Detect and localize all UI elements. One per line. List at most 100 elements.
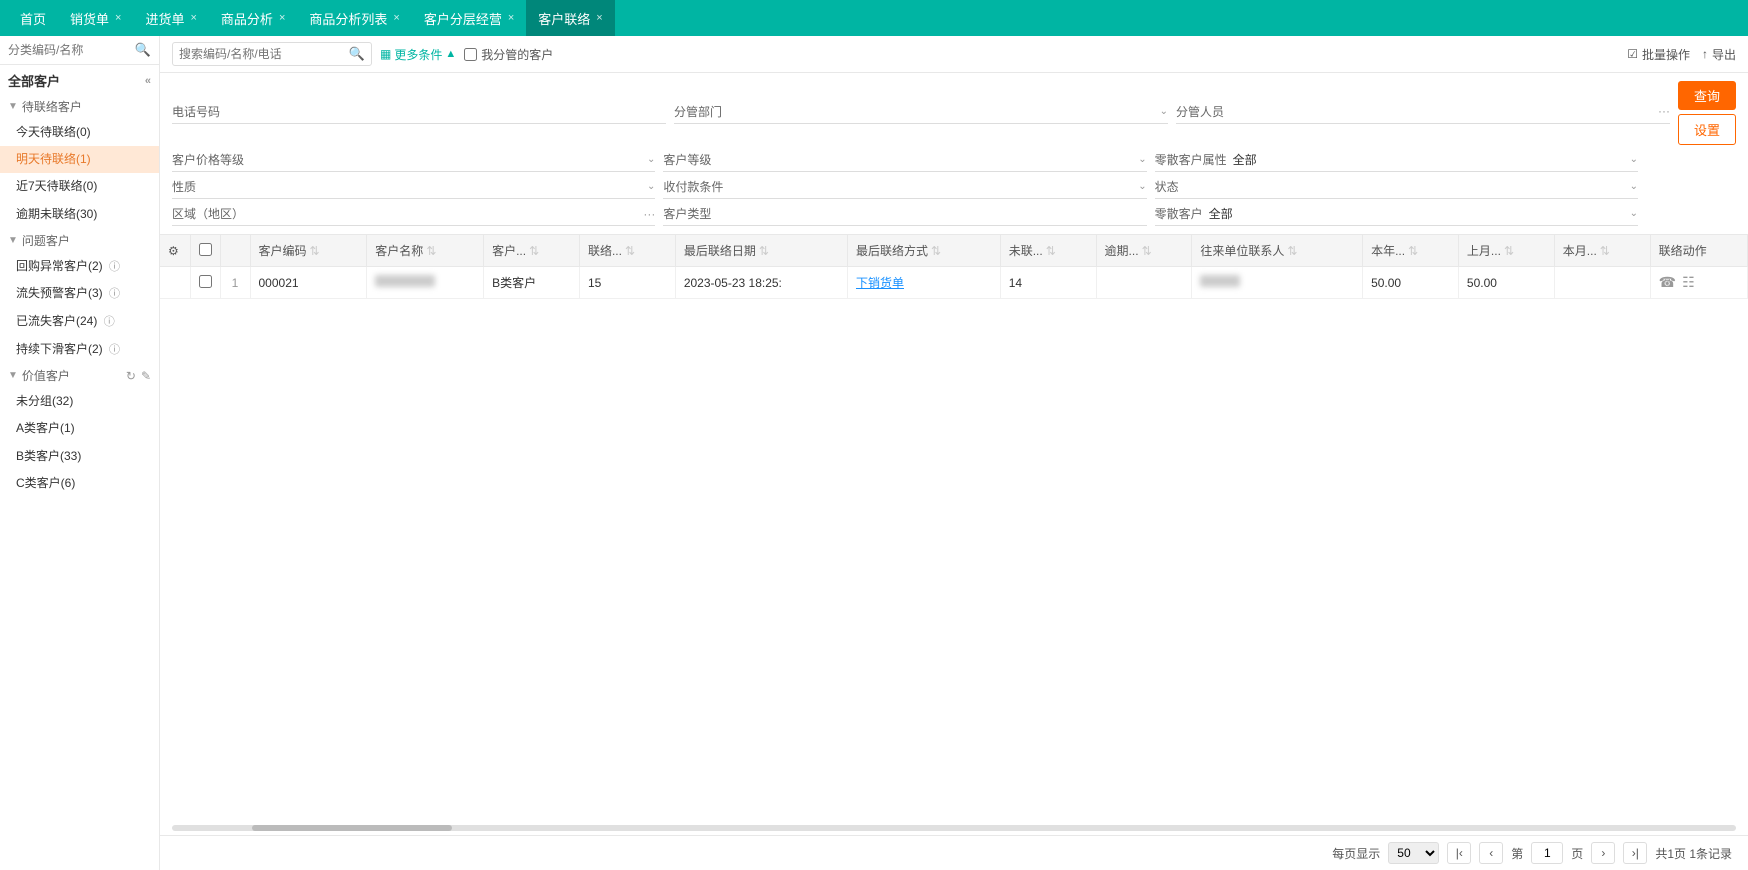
sidebar-item-overdue-contact[interactable]: 逾期未联络(30): [0, 201, 159, 228]
filter-bar-right: ☑ 批量操作 ↑ 导出: [1627, 46, 1736, 63]
nav-close-icon[interactable]: ×: [279, 12, 285, 24]
my-customers-checkbox-label[interactable]: 我分管的客户: [464, 46, 553, 63]
sidebar: 🔍 全部客户 « ▼ 待联络客户 今天待联络(0) 明天待联络(1) 近7天待联…: [0, 36, 160, 870]
top-nav: 首页 销货单 × 进货单 × 商品分析 × 商品分析列表 × 客户分层经营 × …: [0, 0, 1748, 36]
sidebar-item-b-class[interactable]: B类客户(33): [0, 443, 159, 470]
more-conditions-button[interactable]: ▦ 更多条件 ▲: [380, 46, 456, 63]
nav-close-icon[interactable]: ×: [115, 12, 121, 24]
filter-search-input[interactable]: [179, 47, 349, 61]
th-this-month[interactable]: 本月... ⇅: [1554, 235, 1650, 267]
sidebar-item-tomorrow-contact[interactable]: 明天待联络(1): [0, 146, 159, 173]
prev-page-button[interactable]: ‹: [1479, 842, 1503, 864]
sidebar-search-input[interactable]: [8, 43, 135, 57]
query-settings-col: 查询 设置: [1678, 81, 1736, 145]
nav-customer-contact[interactable]: 客户联络 ×: [526, 0, 614, 36]
horizontal-scrollbar[interactable]: [172, 825, 1736, 831]
chevron-down-icon[interactable]: ⌄: [1160, 106, 1168, 117]
th-gear: ⚙: [160, 235, 190, 267]
nav-customer-tier[interactable]: 客户分层经营 ×: [412, 0, 526, 36]
sidebar-item-churn-warning[interactable]: 流失预警客户(3) ⓘ: [0, 280, 159, 308]
sort-icon: ⇅: [1287, 244, 1297, 258]
filter-phone: 电话号码: [172, 103, 666, 124]
checkbox-batch-icon: ☑: [1627, 47, 1638, 61]
th-contact-person[interactable]: 往来单位联系人 ⇅: [1192, 235, 1363, 267]
more-icon[interactable]: ···: [643, 207, 655, 221]
edit-icon[interactable]: ✎: [141, 369, 151, 383]
cell-name: [367, 267, 484, 299]
th-name[interactable]: 客户名称 ⇅: [367, 235, 484, 267]
sidebar-item-a-class[interactable]: A类客户(1): [0, 415, 159, 442]
th-no-contact[interactable]: 未联... ⇅: [1000, 235, 1096, 267]
th-this-year[interactable]: 本年... ⇅: [1363, 235, 1459, 267]
last-page-button[interactable]: ›|: [1623, 842, 1647, 864]
first-page-button[interactable]: |‹: [1447, 842, 1471, 864]
sidebar-item-churned[interactable]: 已流失客户(24) ⓘ: [0, 308, 159, 336]
nav-home[interactable]: 首页: [8, 0, 58, 36]
th-code[interactable]: 客户编码 ⇅: [250, 235, 367, 267]
chevron-down-icon[interactable]: ⌄: [1630, 154, 1638, 165]
chevron-down-icon[interactable]: ⌄: [1630, 208, 1638, 219]
th-last-date[interactable]: 最后联络日期 ⇅: [675, 235, 847, 267]
nav-purchase-order[interactable]: 进货单 ×: [133, 0, 208, 36]
cell-num: 1: [220, 267, 250, 299]
nav-product-analysis-list[interactable]: 商品分析列表 ×: [297, 0, 411, 36]
nav-sales-order[interactable]: 销货单 ×: [58, 0, 133, 36]
nav-close-icon[interactable]: ×: [596, 12, 602, 24]
th-checkbox: [190, 235, 220, 267]
cell-code: 000021: [250, 267, 367, 299]
phone-action-icon[interactable]: ☎: [1659, 274, 1676, 291]
all-customers-header[interactable]: 全部客户 «: [0, 65, 159, 94]
sidebar-item-ungrouped[interactable]: 未分组(32): [0, 388, 159, 415]
sidebar-item-abnormal-repurchase[interactable]: 回购异常客户(2) ⓘ: [0, 253, 159, 281]
sidebar-item-today-contact[interactable]: 今天待联络(0): [0, 119, 159, 146]
chevron-down-icon[interactable]: ⌄: [1138, 154, 1146, 165]
info-icon: ⓘ: [109, 344, 120, 356]
nav-close-icon[interactable]: ×: [393, 12, 399, 24]
filter-icon: ▦: [380, 47, 391, 61]
settings-button[interactable]: 设置: [1678, 114, 1736, 145]
pending-contact-label: 待联络客户: [22, 98, 82, 115]
filter-customer-price-level: 客户价格等级 ⌄: [172, 151, 655, 172]
th-contact[interactable]: 联络... ⇅: [579, 235, 675, 267]
sidebar-item-c-class[interactable]: C类客户(6): [0, 470, 159, 497]
settings-gear-icon[interactable]: ⚙: [168, 244, 179, 258]
filter-search-icon[interactable]: 🔍: [349, 46, 365, 62]
filter-search-container: 🔍: [172, 42, 372, 66]
export-button[interactable]: ↑ 导出: [1702, 46, 1736, 63]
th-last-month[interactable]: 上月... ⇅: [1458, 235, 1554, 267]
group-arrow-icon: ▼: [8, 101, 18, 112]
select-all-checkbox[interactable]: [199, 243, 212, 256]
my-customers-checkbox[interactable]: [464, 48, 477, 61]
next-page-button[interactable]: ›: [1591, 842, 1615, 864]
cell-contact: 15: [579, 267, 675, 299]
th-type[interactable]: 客户... ⇅: [484, 235, 580, 267]
value-customers-label: 价值客户: [22, 367, 70, 384]
th-last-method[interactable]: 最后联络方式 ⇅: [847, 235, 1000, 267]
sidebar-item-declining[interactable]: 持续下滑客户(2) ⓘ: [0, 336, 159, 364]
scrollbar-thumb[interactable]: [252, 825, 452, 831]
th-overdue[interactable]: 逾期... ⇅: [1096, 235, 1192, 267]
pending-contact-group: ▼ 待联络客户: [0, 94, 159, 119]
nav-close-icon[interactable]: ×: [508, 12, 514, 24]
sidebar-item-7days-contact[interactable]: 近7天待联络(0): [0, 173, 159, 200]
refresh-icon[interactable]: ↻: [126, 369, 136, 383]
row-checkbox[interactable]: [199, 275, 212, 288]
main-layout: 🔍 全部客户 « ▼ 待联络客户 今天待联络(0) 明天待联络(1) 近7天待联…: [0, 36, 1748, 870]
chevron-down-icon[interactable]: ⌄: [647, 181, 655, 192]
batch-op-button[interactable]: ☑ 批量操作: [1627, 46, 1690, 63]
th-action: 联络动作: [1650, 235, 1747, 267]
sidebar-search-icon[interactable]: 🔍: [135, 42, 151, 58]
page-input[interactable]: [1531, 842, 1563, 864]
more-icon[interactable]: ···: [1658, 104, 1670, 118]
chevron-down-icon[interactable]: ⌄: [647, 154, 655, 165]
chevron-down-icon[interactable]: ⌄: [1630, 181, 1638, 192]
grid-action-icon[interactable]: ☷: [1682, 274, 1695, 291]
nav-product-analysis[interactable]: 商品分析 ×: [209, 0, 297, 36]
nav-close-icon[interactable]: ×: [190, 12, 196, 24]
info-icon: ⓘ: [104, 316, 115, 328]
chevron-down-icon[interactable]: ⌄: [1138, 181, 1146, 192]
per-page-select[interactable]: 50 100 200: [1388, 842, 1439, 864]
cell-gear: [160, 267, 190, 299]
filter-row-4: 区域（地区） ··· 客户类型 零散客户 全部 ⌄: [172, 205, 1736, 226]
query-button[interactable]: 查询: [1678, 81, 1736, 110]
